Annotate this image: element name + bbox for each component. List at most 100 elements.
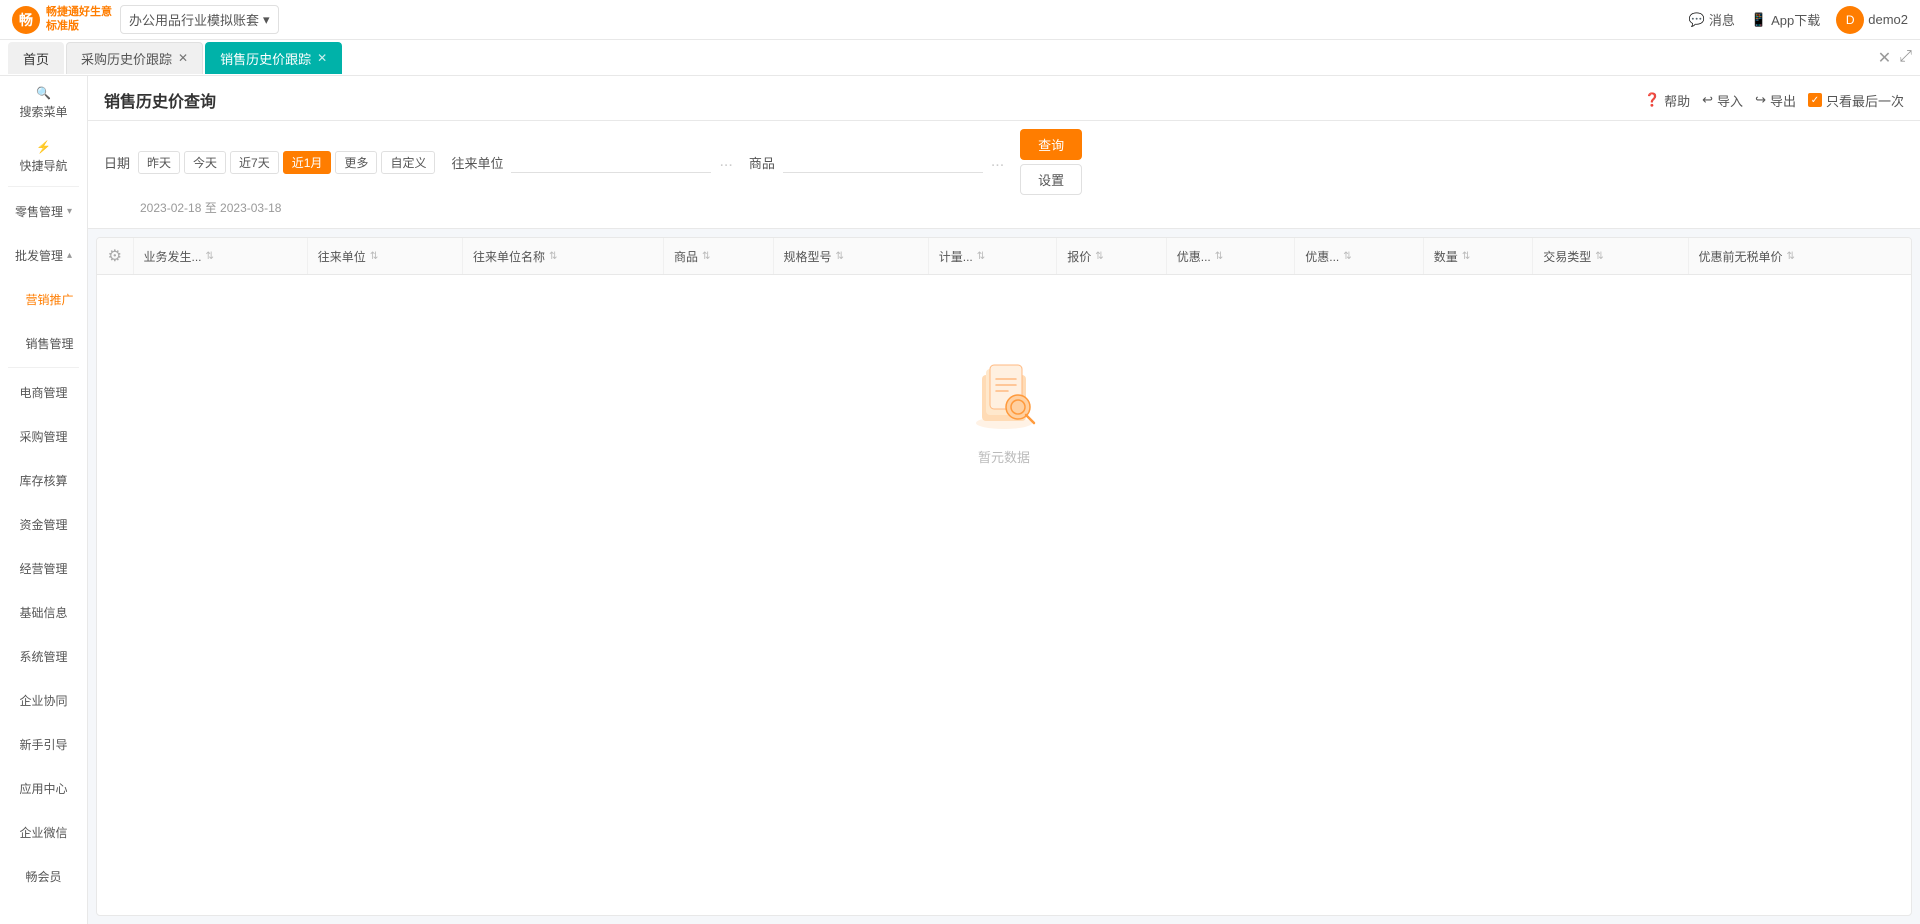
message-button[interactable]: 💬 消息 [1689, 10, 1735, 29]
sidebar-item-ecommerce[interactable]: 电商管理 [0, 370, 87, 414]
workspace-selector[interactable]: 办公用品行业模拟账套 ▾ [120, 5, 279, 34]
filter-area: 日期 昨天 今天 近7天 近1月 更多 自定义 往来单位 ... [88, 121, 1920, 229]
expand-window-button[interactable]: ⤢ [1899, 48, 1912, 68]
logo-icon: 畅 [12, 6, 40, 34]
product-filter-group: 商品 ... [749, 151, 1004, 173]
col-discount1: 优惠... ⇅ [1166, 238, 1295, 275]
product-input[interactable] [783, 151, 983, 173]
help-button[interactable]: ❓ 帮助 [1644, 91, 1690, 110]
tab-purchase-history-close[interactable]: ✕ [178, 51, 188, 65]
logo-char: 畅 [19, 10, 33, 30]
sort-icon[interactable]: ⇅ [1343, 251, 1351, 262]
avatar: D [1836, 6, 1864, 34]
date-btn-7days[interactable]: 近7天 [230, 151, 279, 174]
sidebar-item-member[interactable]: 畅会员 [0, 854, 87, 898]
sidebar-item-operations[interactable]: 经营管理 [0, 546, 87, 590]
col-trade-type: 交易类型 ⇅ [1533, 238, 1688, 275]
sort-icon[interactable]: ⇅ [836, 251, 844, 262]
gear-icon[interactable]: ⚙ [108, 248, 122, 265]
app-download-button[interactable]: 📱 App下载 [1751, 10, 1820, 29]
filter-row-1: 日期 昨天 今天 近7天 近1月 更多 自定义 往来单位 ... [104, 129, 1904, 195]
tab-home[interactable]: 首页 [8, 42, 64, 74]
date-btn-more[interactable]: 更多 [335, 151, 377, 174]
only-last-checkbox[interactable]: ✓ 只看最后一次 [1808, 91, 1904, 110]
page-title: 销售历史价查询 [104, 88, 216, 112]
date-btn-custom[interactable]: 自定义 [381, 151, 435, 174]
col-quantity: 数量 ⇅ [1423, 238, 1532, 275]
sidebar-item-enterprise-collab[interactable]: 企业协同 [0, 678, 87, 722]
sidebar-item-quick-nav[interactable]: ⚡ 快捷导航 [0, 130, 87, 184]
tab-sales-history[interactable]: 销售历史价跟踪 ✕ [205, 42, 342, 74]
search-icon: 🔍 [36, 86, 51, 100]
sidebar-item-enterprise-wechat[interactable]: 企业微信 [0, 810, 87, 854]
counterpart-label: 往来单位 [451, 153, 503, 172]
sidebar-divider-2 [8, 367, 79, 368]
sidebar-item-retail[interactable]: 零售管理 ▾ [0, 189, 87, 233]
message-icon: 💬 [1689, 12, 1705, 28]
sort-icon[interactable]: ⇅ [1787, 251, 1795, 262]
col-unit: 计量... ⇅ [928, 238, 1057, 275]
sidebar-item-marketing[interactable]: 营销推广 [0, 277, 87, 321]
col-pretax-price: 优惠前无税单价 ⇅ [1688, 238, 1911, 275]
checkbox-checked-icon: ✓ [1808, 93, 1822, 107]
page-header: 销售历史价查询 ❓ 帮助 ↩ 导入 ↪ 导出 ✓ 只看最后一次 [88, 76, 1920, 121]
sort-icon[interactable]: ⇅ [702, 251, 710, 262]
logo-text: 畅捷通好生意标准版 [46, 6, 112, 32]
tab-purchase-history[interactable]: 采购历史价跟踪 ✕ [66, 42, 203, 74]
sidebar: 🔍 搜索菜单 ⚡ 快捷导航 零售管理 ▾ 批发管理 ▴ 营销推广 销售管理 电商… [0, 76, 88, 924]
sort-icon[interactable]: ⇅ [1095, 251, 1103, 262]
action-buttons: 查询 设置 [1020, 129, 1082, 195]
empty-icon [964, 355, 1044, 435]
help-icon: ❓ [1644, 92, 1660, 108]
sidebar-item-wholesale[interactable]: 批发管理 ▴ [0, 233, 87, 277]
chevron-down-icon: ▾ [67, 206, 72, 217]
sidebar-item-new-guide[interactable]: 新手引导 [0, 722, 87, 766]
sidebar-item-finance[interactable]: 资金管理 [0, 502, 87, 546]
download-icon: 📱 [1751, 12, 1767, 28]
col-settings: ⚙ [97, 238, 133, 275]
import-button[interactable]: ↩ 导入 [1702, 91, 1743, 110]
sort-icon[interactable]: ⇅ [1462, 251, 1470, 262]
sort-icon[interactable]: ⇅ [1215, 251, 1223, 262]
col-spec: 规格型号 ⇅ [773, 238, 928, 275]
table-header: ⚙ 业务发生... ⇅ 往来单位 ⇅ [97, 238, 1911, 275]
filter-settings-button[interactable]: 设置 [1020, 164, 1082, 195]
sort-icon[interactable]: ⇅ [206, 251, 214, 262]
close-window-button[interactable]: ✕ [1878, 48, 1891, 68]
sort-icon[interactable]: ⇅ [977, 251, 985, 262]
product-label: 商品 [749, 153, 775, 172]
export-button[interactable]: ↪ 导出 [1755, 91, 1796, 110]
sort-icon[interactable]: ⇅ [370, 251, 378, 262]
sidebar-item-search[interactable]: 🔍 搜索菜单 [0, 76, 87, 130]
data-table: ⚙ 业务发生... ⇅ 往来单位 ⇅ [97, 238, 1911, 275]
top-bar-left: 畅 畅捷通好生意标准版 办公用品行业模拟账套 ▾ [12, 5, 279, 34]
chevron-up-icon: ▴ [67, 250, 72, 261]
date-btn-today[interactable]: 今天 [184, 151, 226, 174]
sort-icon[interactable]: ⇅ [1595, 251, 1603, 262]
date-range-text: 2023-02-18 至 2023-03-18 [140, 199, 1904, 216]
tab-bar: 首页 采购历史价跟踪 ✕ 销售历史价跟踪 ✕ ✕ ⤢ [0, 40, 1920, 76]
date-filter-group: 日期 昨天 今天 近7天 近1月 更多 自定义 [104, 151, 435, 174]
search-button[interactable]: 查询 [1020, 129, 1082, 160]
sidebar-item-basic-info[interactable]: 基础信息 [0, 590, 87, 634]
user-menu[interactable]: D demo2 [1836, 6, 1908, 34]
date-btn-yesterday[interactable]: 昨天 [138, 151, 180, 174]
date-label: 日期 [104, 153, 130, 172]
sidebar-item-system[interactable]: 系统管理 [0, 634, 87, 678]
sort-icon[interactable]: ⇅ [549, 251, 557, 262]
sidebar-divider-1 [8, 186, 79, 187]
date-btn-1month[interactable]: 近1月 [283, 151, 332, 174]
chevron-down-icon: ▾ [263, 12, 270, 28]
col-counterpart-name: 往来单位名称 ⇅ [463, 238, 664, 275]
sidebar-item-sales-mgmt[interactable]: 销售管理 [0, 321, 87, 365]
counterpart-dots-button[interactable]: ... [719, 153, 732, 171]
col-product: 商品 ⇅ [664, 238, 773, 275]
sidebar-item-app-center[interactable]: 应用中心 [0, 766, 87, 810]
col-quoted-price: 报价 ⇅ [1057, 238, 1166, 275]
sidebar-item-inventory[interactable]: 库存核算 [0, 458, 87, 502]
counterpart-input[interactable] [511, 151, 711, 173]
product-dots-button[interactable]: ... [991, 153, 1004, 171]
sidebar-item-purchase[interactable]: 采购管理 [0, 414, 87, 458]
col-discount2: 优惠... ⇅ [1295, 238, 1424, 275]
tab-sales-history-close[interactable]: ✕ [317, 51, 327, 65]
